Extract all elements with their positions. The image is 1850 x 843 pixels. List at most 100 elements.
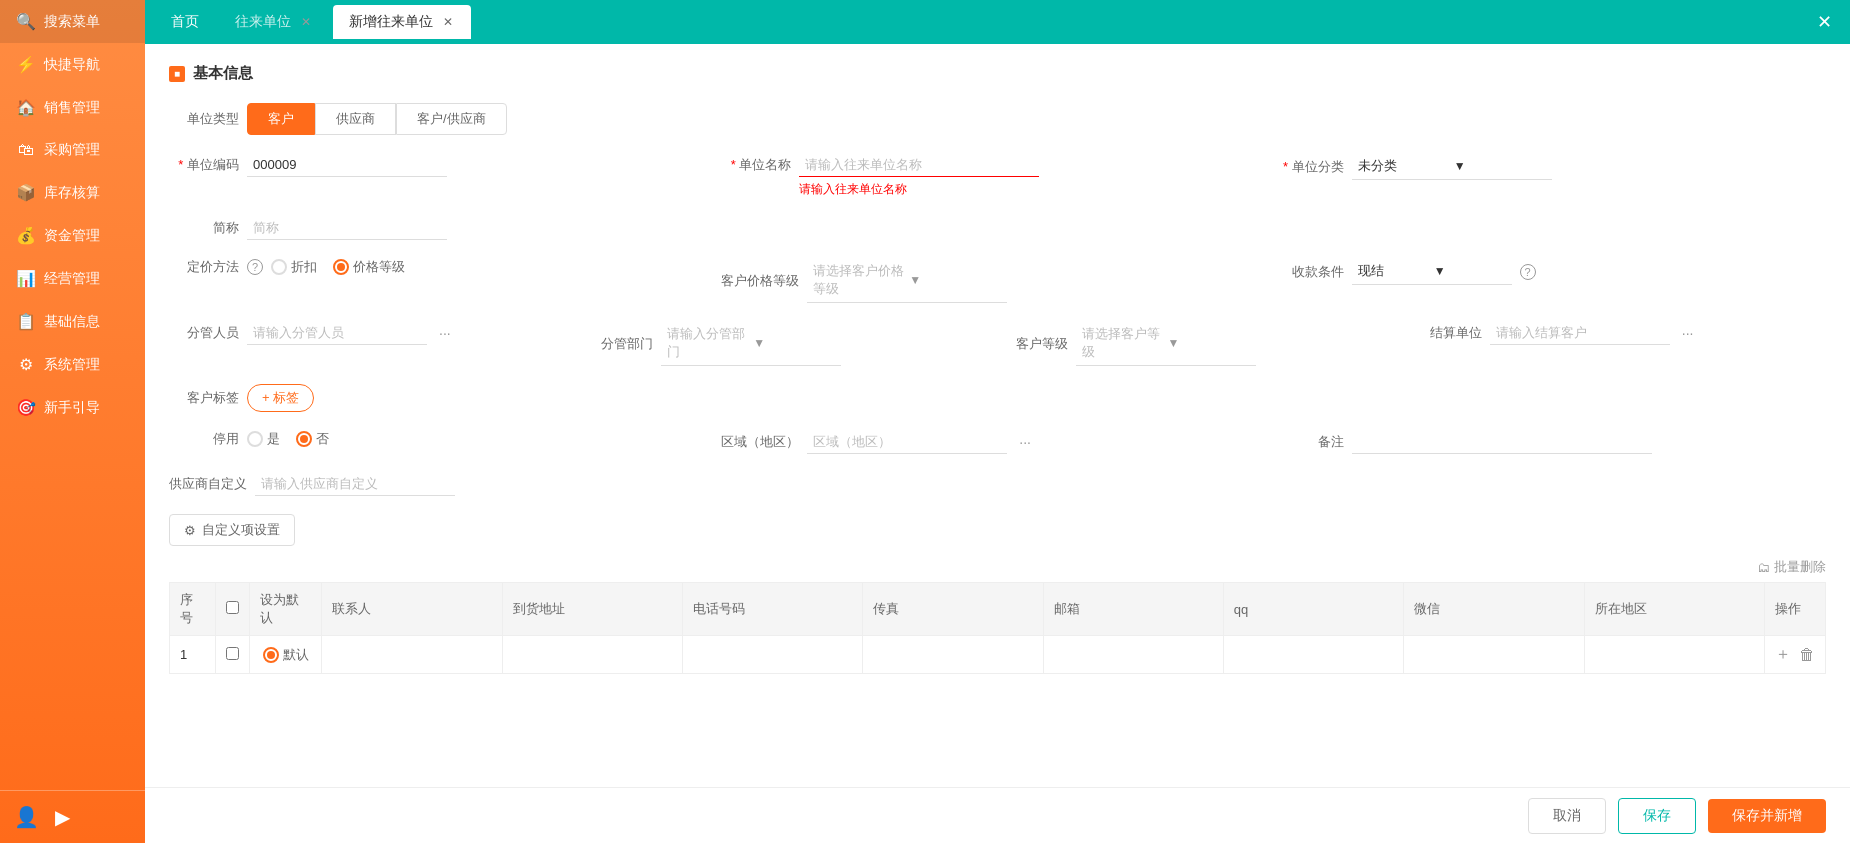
save-new-button[interactable]: 保存并新增 <box>1708 799 1826 833</box>
unit-code-input[interactable] <box>247 153 447 177</box>
unit-name-input[interactable] <box>799 153 1039 177</box>
sidebar-item-inventory[interactable]: 📦 库存核算 <box>0 171 145 214</box>
department-placeholder: 请输入分管部门 <box>667 325 749 361</box>
customer-level-label: 客户等级 <box>998 335 1068 353</box>
window-close-button[interactable]: ✕ <box>1809 7 1840 37</box>
tab-new-unit-close[interactable]: ✕ <box>441 13 455 31</box>
save-button[interactable]: 保存 <box>1618 798 1696 834</box>
unit-type-customer[interactable]: 客户 <box>247 103 315 135</box>
sales-icon: 🏠 <box>16 98 36 117</box>
basic-icon: 📋 <box>16 312 36 331</box>
col-action: 操作 <box>1764 583 1825 636</box>
tab-units-label: 往来单位 <box>235 13 291 31</box>
region-more[interactable]: ··· <box>1015 434 1035 450</box>
unit-name-label: 单位名称 <box>721 156 791 174</box>
unit-type-both[interactable]: 客户/供应商 <box>396 103 507 135</box>
radio-price-level[interactable]: 价格等级 <box>333 258 405 276</box>
sidebar-item-system[interactable]: ⚙ 系统管理 <box>0 343 145 386</box>
user-icon[interactable]: 👤 <box>10 801 43 833</box>
unit-category-select[interactable]: 未分类 ▼ <box>1352 153 1552 180</box>
supplier-custom-label: 供应商自定义 <box>169 475 247 493</box>
manager-input[interactable] <box>247 321 427 345</box>
tab-bar: 首页 往来单位 ✕ 新增往来单位 ✕ ✕ <box>145 0 1850 44</box>
customer-price-group: 客户价格等级 请选择客户价格等级 ▼ <box>721 258 1273 303</box>
wechat-input[interactable] <box>1414 647 1573 662</box>
region-label: 区域（地区） <box>721 433 799 451</box>
region-input[interactable] <box>807 430 1007 454</box>
unit-type-supplier[interactable]: 供应商 <box>315 103 396 135</box>
row-region-input[interactable] <box>1595 647 1754 662</box>
row-actions: ＋ 🗑 <box>1775 644 1815 665</box>
payment-help-icon[interactable]: ? <box>1520 264 1536 280</box>
tab-new-unit[interactable]: 新增往来单位 ✕ <box>333 5 471 39</box>
batch-delete-icon: 🗂 <box>1757 560 1770 575</box>
sidebar-label-finance: 资金管理 <box>44 227 100 245</box>
supplier-custom-row: 供应商自定义 <box>169 472 1826 496</box>
row-checkbox[interactable] <box>226 647 239 660</box>
sidebar-item-newbie[interactable]: 🎯 新手引导 <box>0 386 145 429</box>
region-group: 区域（地区） ··· <box>721 430 1273 454</box>
settlement-input[interactable] <box>1490 321 1670 345</box>
address-input[interactable] <box>513 647 672 662</box>
sidebar-label-purchase: 采购管理 <box>44 141 100 159</box>
select-all-checkbox[interactable] <box>226 601 239 614</box>
customer-price-select[interactable]: 请选择客户价格等级 ▼ <box>807 258 1007 303</box>
add-tag-button[interactable]: + 标签 <box>247 384 314 412</box>
sidebar-item-shortcut[interactable]: ⚡ 快捷导航 <box>0 43 145 86</box>
manager-more[interactable]: ··· <box>435 325 455 341</box>
tab-home[interactable]: 首页 <box>155 5 215 39</box>
fax-input[interactable] <box>873 647 1032 662</box>
unit-type-group: 单位类型 客户 供应商 客户/供应商 <box>169 103 1826 135</box>
email-input[interactable] <box>1054 647 1213 662</box>
custom-settings-button[interactable]: ⚙ 自定义项设置 <box>169 514 295 546</box>
phone-input[interactable] <box>693 647 852 662</box>
sidebar-item-sales[interactable]: 🏠 销售管理 <box>0 86 145 129</box>
department-select[interactable]: 请输入分管部门 ▼ <box>661 321 841 366</box>
add-row-icon[interactable]: ＋ <box>1775 644 1791 665</box>
radio-no[interactable]: 否 <box>296 430 329 448</box>
payment-terms-value: 现结 <box>1358 262 1430 280</box>
tab-units-close[interactable]: ✕ <box>299 13 313 31</box>
unit-code-label: 单位编码 <box>169 156 239 174</box>
row-default-radio[interactable]: 默认 <box>260 646 311 664</box>
pricing-radio-group: 折扣 价格等级 <box>271 258 405 276</box>
custom-settings-label: 自定义项设置 <box>202 521 280 539</box>
search-icon: 🔍 <box>16 12 36 31</box>
manager-label: 分管人员 <box>169 324 239 342</box>
cell-wechat <box>1404 636 1584 674</box>
settlement-more[interactable]: ··· <box>1678 325 1698 341</box>
radio-discount[interactable]: 折扣 <box>271 258 317 276</box>
sidebar-label-system: 系统管理 <box>44 356 100 374</box>
batch-delete-area[interactable]: 🗂 批量删除 <box>169 558 1826 576</box>
payment-terms-select[interactable]: 现结 ▼ <box>1352 258 1512 285</box>
col-checkbox <box>216 583 250 636</box>
sidebar-item-basic[interactable]: 📋 基础信息 <box>0 300 145 343</box>
tab-units[interactable]: 往来单位 ✕ <box>219 5 329 39</box>
code-name-category-row: 单位编码 单位名称 请输入往来单位名称 单位分类 未分类 ▼ <box>169 153 1826 198</box>
cancel-button[interactable]: 取消 <box>1528 798 1606 834</box>
expand-icon[interactable]: ▶ <box>51 801 74 833</box>
pricing-help-icon[interactable]: ? <box>247 259 263 275</box>
delete-row-icon[interactable]: 🗑 <box>1799 646 1815 664</box>
cell-actions: ＋ 🗑 <box>1764 636 1825 674</box>
radio-yes[interactable]: 是 <box>247 430 280 448</box>
short-name-input[interactable] <box>247 216 447 240</box>
department-label: 分管部门 <box>583 335 653 353</box>
sidebar-label-sales: 销售管理 <box>44 99 100 117</box>
sidebar-item-operations[interactable]: 📊 经营管理 <box>0 257 145 300</box>
col-email: 邮箱 <box>1043 583 1223 636</box>
supplier-custom-input[interactable] <box>255 472 455 496</box>
sidebar-bottom: 👤 ▶ <box>0 790 145 843</box>
sidebar-item-finance[interactable]: 💰 资金管理 <box>0 214 145 257</box>
col-wechat: 微信 <box>1404 583 1584 636</box>
customer-level-select[interactable]: 请选择客户等级 ▼ <box>1076 321 1256 366</box>
col-no: 序号 <box>170 583 216 636</box>
table-row: 1 默认 <box>170 636 1826 674</box>
sidebar-item-search[interactable]: 🔍 搜索菜单 <box>0 0 145 43</box>
unit-category-value: 未分类 <box>1358 157 1450 175</box>
tag-row: 客户标签 + 标签 <box>169 384 1826 412</box>
sidebar-item-purchase[interactable]: 🛍 采购管理 <box>0 129 145 171</box>
contact-input[interactable] <box>332 647 491 662</box>
notes-input[interactable] <box>1352 430 1652 454</box>
qq-input[interactable] <box>1234 647 1393 662</box>
